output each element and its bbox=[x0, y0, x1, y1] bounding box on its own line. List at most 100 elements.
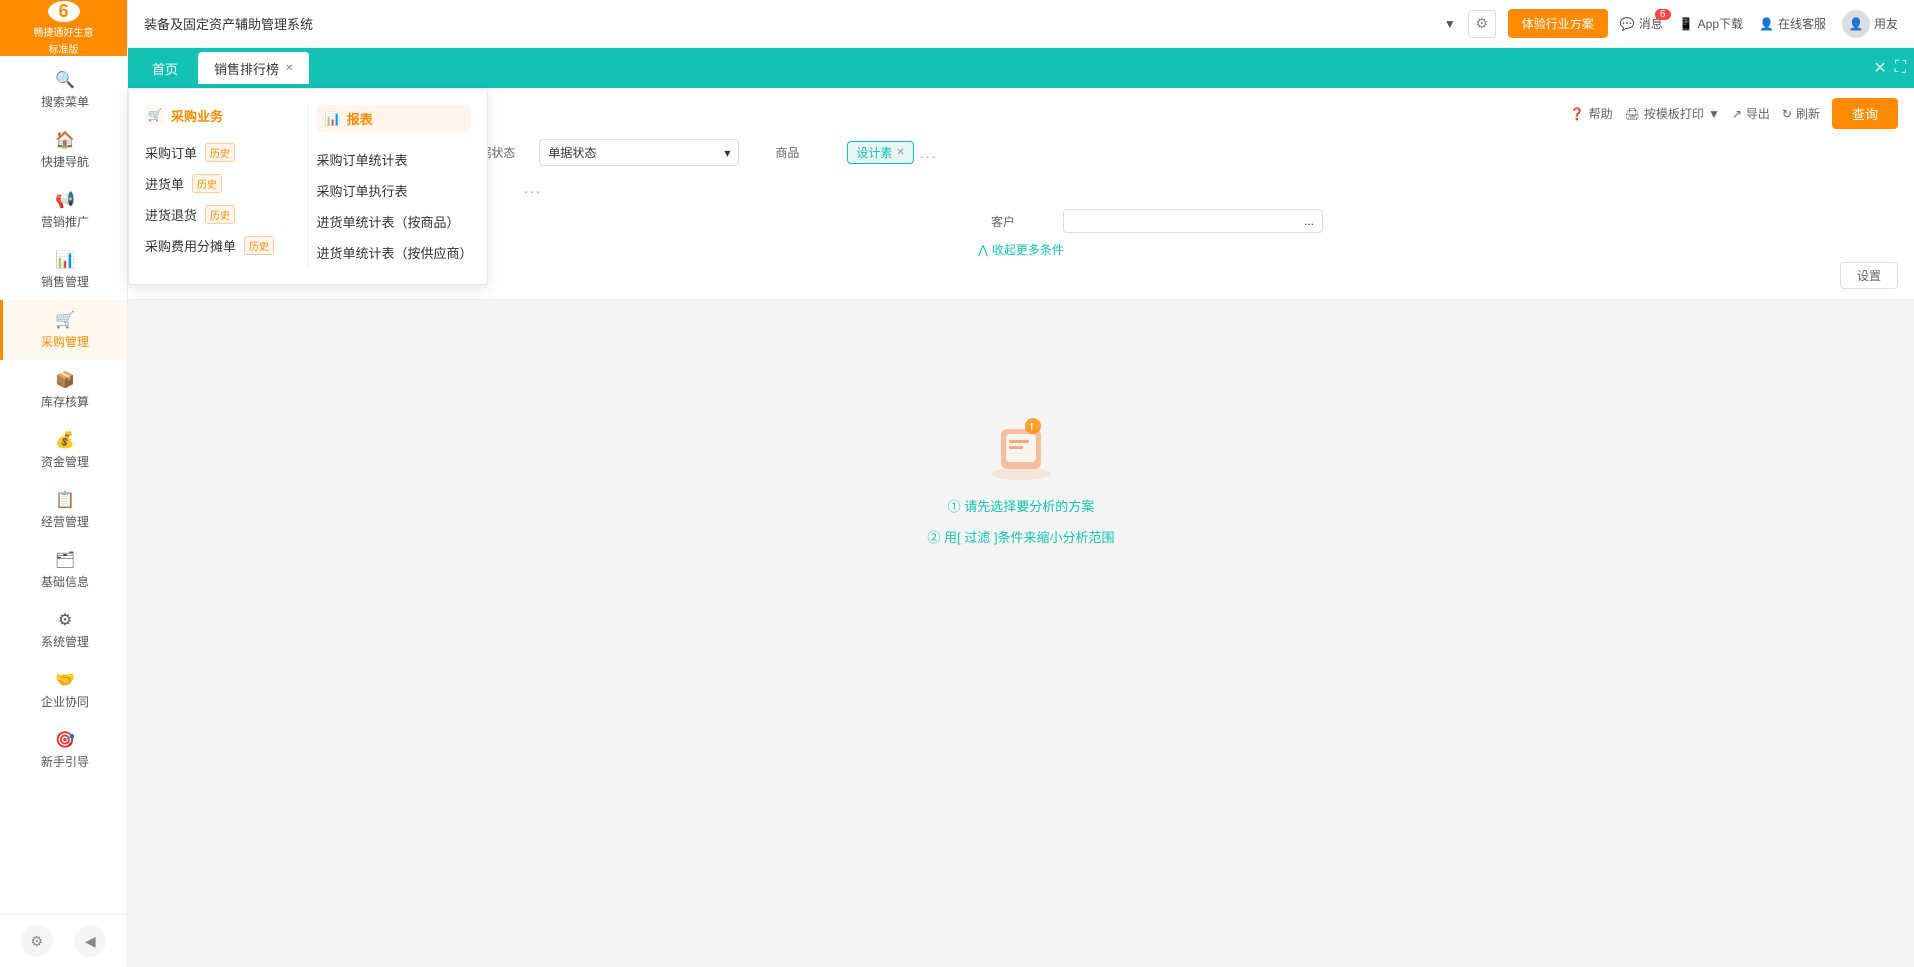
logo-icon: 6 bbox=[48, 1, 80, 22]
hist-tag-inbound-return: 历史 bbox=[205, 205, 235, 224]
goods-dots[interactable]: ... bbox=[920, 145, 938, 161]
avatar: 👤 bbox=[1842, 10, 1870, 38]
export-button[interactable]: ↗ 导出 bbox=[1732, 105, 1770, 122]
industry-button[interactable]: 体验行业方案 bbox=[1508, 9, 1608, 38]
online-service-button[interactable]: 👤 在线客服 bbox=[1759, 15, 1826, 32]
sidebar-settings-button[interactable]: ⚙ bbox=[21, 925, 53, 957]
collapse-button[interactable]: ⋀ 收起更多条件 bbox=[978, 241, 1064, 258]
inventory-icon: 📦 bbox=[55, 370, 75, 390]
report-icon: 📊 bbox=[325, 111, 341, 127]
sidebar-item-sales[interactable]: 📊销售管理 bbox=[0, 240, 127, 300]
sidebar-item-search[interactable]: 🔍搜索菜单 bbox=[0, 60, 127, 120]
help-button[interactable]: ❓ 帮助 bbox=[1570, 105, 1613, 122]
sidebar-item-inventory[interactable]: 📦库存核算 bbox=[0, 360, 127, 420]
sales-icon: 📊 bbox=[55, 250, 75, 270]
message-badge: 6 bbox=[1655, 9, 1671, 20]
logo-text: 畅捷通好生意 bbox=[34, 24, 94, 39]
purchase-icon: 🛒 bbox=[145, 105, 165, 125]
chevron-down-icon: ▾ bbox=[724, 146, 730, 160]
customer-dots[interactable]: ... bbox=[1304, 214, 1314, 228]
sidebar-item-marketing[interactable]: 📢营销推广 bbox=[0, 180, 127, 240]
salesperson-dots[interactable]: ... bbox=[524, 180, 542, 196]
purchase-col: 🛒 采购业务 采购订单 历史 进货单 历史 进货退货 历史 采购费用分摊单 历史 bbox=[145, 105, 300, 268]
refresh-button[interactable]: ↻ 刷新 bbox=[1782, 105, 1820, 122]
sidebar-item-operations[interactable]: 📋经营管理 bbox=[0, 480, 127, 540]
dropdown-item-inbound-by-supplier[interactable]: 进货单统计表（按供应商） bbox=[317, 237, 472, 268]
system-icon: ⚙ bbox=[58, 610, 72, 630]
messages-button[interactable]: 💬 消息 6 bbox=[1620, 15, 1663, 32]
empty-line1: ① 请先选择要分析的方案 bbox=[948, 496, 1095, 515]
report-col: 📊 报表 采购订单统计表 采购订单执行表 进货单统计表（按商品） 进货单统计表（… bbox=[317, 105, 472, 268]
purchase-icon: 🛒 bbox=[55, 310, 75, 330]
system-title-dropdown[interactable]: ▼ bbox=[1444, 17, 1456, 31]
sidebar-item-system[interactable]: ⚙系统管理 bbox=[0, 600, 127, 660]
sidebar-item-finance[interactable]: 💰资金管理 bbox=[0, 420, 127, 480]
tab-maximize-icon[interactable]: ⛶ bbox=[1895, 59, 1906, 77]
customer-label: 客户 bbox=[991, 213, 1051, 230]
finance-icon: 💰 bbox=[55, 430, 75, 450]
message-icon: 💬 bbox=[1620, 17, 1635, 31]
header-settings-button[interactable]: ⚙ bbox=[1468, 10, 1496, 38]
operations-icon: 📋 bbox=[55, 490, 75, 510]
newbie-icon: 🎯 bbox=[55, 730, 75, 750]
tab-close-page-icon[interactable]: ✕ bbox=[1873, 58, 1886, 78]
top-header: 装备及固定资产辅助管理系统 ▼ ⚙ 体验行业方案 💬 消息 6 📱 App下载 … bbox=[128, 0, 1914, 48]
tab-bar-right: ✕ ⛶ bbox=[1873, 58, 1906, 78]
search-icon: 🔍 bbox=[55, 70, 75, 90]
quick-nav-icon: 🏠 bbox=[55, 130, 75, 150]
empty-illustration: ! bbox=[981, 404, 1061, 484]
system-title: 装备及固定资产辅助管理系统 bbox=[144, 14, 1432, 33]
basic-info-icon: 🗂 bbox=[55, 550, 75, 570]
goods-label: 商品 bbox=[775, 144, 835, 161]
sidebar-item-enterprise[interactable]: 🤝企业协同 bbox=[0, 660, 127, 720]
tab-sales-rank[interactable]: 销售排行榜 ✕ bbox=[198, 52, 309, 84]
dropdown-item-po-stats[interactable]: 采购订单统计表 bbox=[317, 144, 472, 175]
header-right: 💬 消息 6 📱 App下载 👤 在线客服 👤 用友 bbox=[1620, 10, 1898, 38]
sidebar-bottom: ⚙ ◀ bbox=[0, 914, 127, 967]
empty-state: ! ① 请先选择要分析的方案 ② 用[ 过滤 ]条件来缩小分析范围 bbox=[128, 300, 1914, 650]
app-download-button[interactable]: 📱 App下载 bbox=[1679, 15, 1743, 32]
sidebar-nav: 🔍搜索菜单🏠快捷导航📢营销推广📊销售管理🛒采购管理📦库存核算💰资金管理📋经营管理… bbox=[0, 56, 127, 914]
dropdown-item-inbound[interactable]: 进货单 历史 bbox=[145, 168, 300, 199]
logo-subtext: 标准版 bbox=[49, 41, 79, 56]
enterprise-icon: 🤝 bbox=[55, 670, 75, 690]
sidebar-item-purchase[interactable]: 🛒采购管理 bbox=[0, 300, 127, 360]
customer-select[interactable]: ... bbox=[1063, 209, 1323, 233]
goods-tag[interactable]: 设计素 ✕ bbox=[847, 141, 913, 164]
print-icon: 🖨 bbox=[1625, 107, 1640, 121]
purchase-dropdown-menu: 🛒 采购业务 采购订单 历史 进货单 历史 进货退货 历史 采购费用分摊单 历史… bbox=[128, 88, 488, 285]
goods-tag-close[interactable]: ✕ bbox=[896, 147, 904, 158]
sidebar-logo: 6 畅捷通好生意 标准版 bbox=[0, 0, 127, 56]
print-button[interactable]: 🖨 按模板打印 ▼ bbox=[1625, 105, 1720, 122]
salesperson-filter-area: ... bbox=[524, 180, 542, 196]
help-icon: ❓ bbox=[1570, 107, 1585, 121]
tab-home[interactable]: 首页 bbox=[136, 52, 194, 84]
tab-close-icon[interactable]: ✕ bbox=[285, 63, 293, 74]
sidebar-item-quick-nav[interactable]: 🏠快捷导航 bbox=[0, 120, 127, 180]
export-icon: ↗ bbox=[1732, 107, 1742, 121]
hist-tag-inbound: 历史 bbox=[192, 174, 222, 193]
dropdown-item-po-exec[interactable]: 采购订单执行表 bbox=[317, 175, 472, 206]
service-icon: 👤 bbox=[1759, 17, 1774, 31]
dropdown-item-purchase-order[interactable]: 采购订单 历史 bbox=[145, 137, 300, 168]
print-dropdown-icon[interactable]: ▼ bbox=[1708, 107, 1720, 121]
dropdown-item-inbound-return[interactable]: 进货退货 历史 bbox=[145, 199, 300, 230]
dropdown-item-expense-split[interactable]: 采购费用分摊单 历史 bbox=[145, 230, 300, 261]
hist-tag-expense-split: 历史 bbox=[244, 236, 274, 255]
doc-status-select[interactable]: 单据状态 ▾ bbox=[539, 139, 739, 166]
settings-button[interactable]: 设置 bbox=[1840, 262, 1898, 289]
menu-divider bbox=[308, 105, 309, 268]
empty-line2: ② 用[ 过滤 ]条件来缩小分析范围 bbox=[927, 527, 1114, 546]
sidebar: 6 畅捷通好生意 标准版 🔍搜索菜单🏠快捷导航📢营销推广📊销售管理🛒采购管理📦库… bbox=[0, 0, 128, 967]
sidebar-collapse-button[interactable]: ◀ bbox=[74, 925, 106, 957]
sidebar-item-newbie[interactable]: 🎯新手引导 bbox=[0, 720, 127, 780]
dropdown-item-inbound-by-goods[interactable]: 进货单统计表（按商品） bbox=[317, 206, 472, 237]
svg-text:!: ! bbox=[1030, 422, 1033, 433]
user-menu[interactable]: 👤 用友 bbox=[1842, 10, 1898, 38]
report-col-title: 📊 报表 bbox=[317, 105, 472, 132]
query-button[interactable]: 查询 bbox=[1832, 98, 1898, 129]
purchase-col-title: 🛒 采购业务 bbox=[145, 105, 300, 125]
customer-filter-area: ... bbox=[1063, 209, 1323, 233]
marketing-icon: 📢 bbox=[55, 190, 75, 210]
sidebar-item-basic-info[interactable]: 🗂基础信息 bbox=[0, 540, 127, 600]
